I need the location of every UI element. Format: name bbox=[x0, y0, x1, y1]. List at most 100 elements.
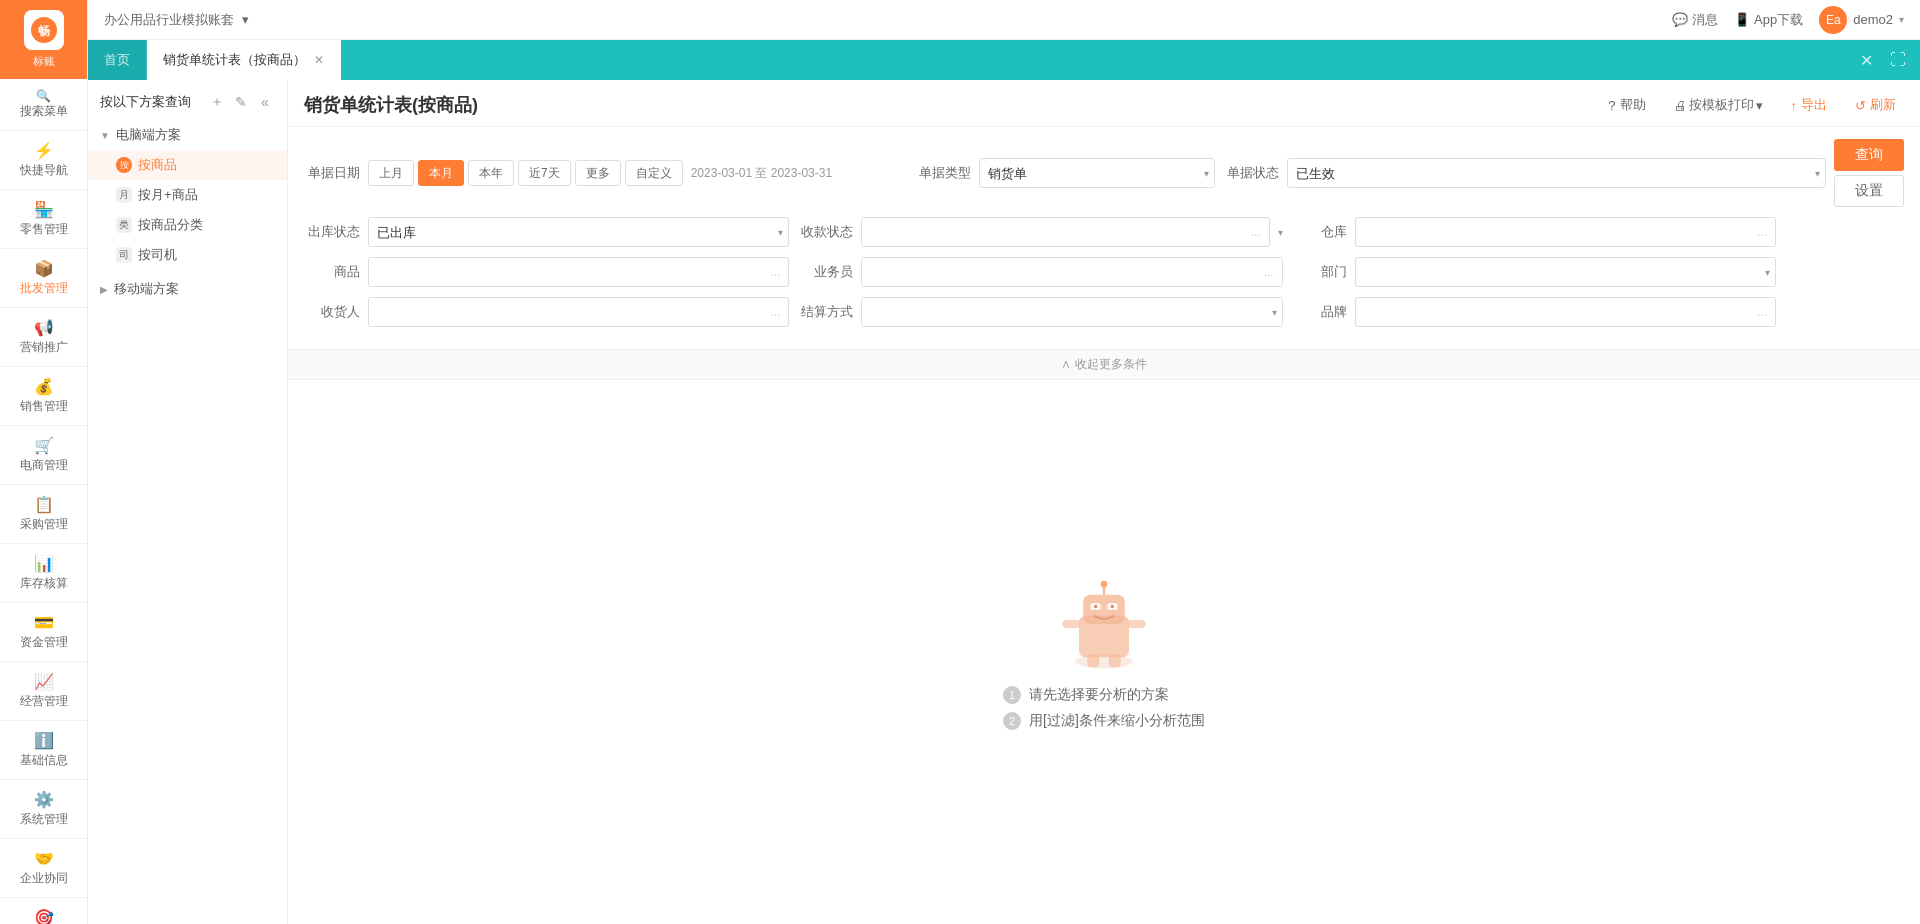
search-menu-item[interactable]: 🔍 搜索菜单 bbox=[0, 79, 87, 131]
mobile-scheme-group: ▶ 移动端方案 bbox=[88, 274, 287, 304]
sidebar-item-ecommerce[interactable]: 🛒 电商管理 bbox=[0, 426, 87, 485]
sidebar-item-basic[interactable]: ℹ️ 基础信息 bbox=[0, 721, 87, 780]
sidebar-item-inventory[interactable]: 📊 库存核算 bbox=[0, 544, 87, 603]
receiver-filter-label: 收货人 bbox=[304, 303, 360, 321]
ecommerce-label: 电商管理 bbox=[20, 457, 68, 474]
product-more-icon: ... bbox=[770, 265, 780, 279]
empty-state: 1 请先选择要分析的方案 2 用[过滤]条件来缩小分析范围 bbox=[288, 380, 1920, 924]
sidebar-item-newbie[interactable]: 🎯 新手引导 bbox=[0, 898, 87, 924]
basic-icon: ℹ️ bbox=[34, 731, 54, 750]
by-cabinet-icon: 司 bbox=[116, 247, 132, 263]
collapse-panel-btn[interactable]: « bbox=[255, 92, 275, 112]
department-select[interactable] bbox=[1355, 257, 1776, 287]
workspace-selector[interactable]: 办公用品行业模拟账套 ▾ bbox=[104, 11, 249, 29]
sidebar-item-quick-nav[interactable]: ⚡ 快捷导航 bbox=[0, 131, 87, 190]
user-dropdown-icon: ▾ bbox=[1899, 14, 1904, 25]
sidebar-item-finance[interactable]: 💳 资金管理 bbox=[0, 603, 87, 662]
svg-rect-12 bbox=[1109, 654, 1121, 667]
scheme-item-by-cabinet[interactable]: 司 按司机 bbox=[88, 240, 287, 270]
sidebar-item-purchase[interactable]: 📋 采购管理 bbox=[0, 485, 87, 544]
salesperson-filter-item: 业务员 ... bbox=[797, 257, 1282, 287]
quick-nav-icon: ⚡ bbox=[34, 141, 54, 160]
edit-scheme-btn[interactable]: ✎ bbox=[231, 92, 251, 112]
by-product-icon: 按 bbox=[116, 157, 132, 173]
salesperson-input[interactable]: ... bbox=[861, 257, 1282, 287]
help-btn[interactable]: ? 帮助 bbox=[1600, 92, 1653, 118]
settlement-select[interactable] bbox=[861, 297, 1282, 327]
brand-more-icon: ... bbox=[1757, 305, 1767, 319]
tab-close-window-btn[interactable]: ✕ bbox=[1852, 46, 1880, 74]
pc-group-title[interactable]: ▼ 电脑端方案 bbox=[88, 120, 287, 150]
sidebar-item-enterprise[interactable]: 🤝 企业协同 bbox=[0, 839, 87, 898]
sidebar-item-operation[interactable]: 📈 经营管理 bbox=[0, 662, 87, 721]
pc-group-arrow-icon: ▼ bbox=[100, 130, 110, 141]
product-input[interactable]: ... bbox=[368, 257, 789, 287]
search-label: 搜索菜单 bbox=[20, 103, 68, 120]
settings-btn[interactable]: 设置 bbox=[1834, 175, 1904, 207]
avatar: Ea bbox=[1819, 6, 1847, 34]
type-select-wrap: 销货单 ▾ bbox=[979, 158, 1215, 188]
status-select[interactable]: 已生效 bbox=[1287, 158, 1826, 188]
settlement-filter-item: 结算方式 ▾ bbox=[797, 297, 1282, 327]
salesperson-filter-label: 业务员 bbox=[797, 263, 853, 281]
by-month-product-icon: 月 bbox=[116, 187, 132, 203]
svg-rect-11 bbox=[1087, 654, 1099, 667]
brand-input[interactable]: ... bbox=[1355, 297, 1776, 327]
tip-num-2: 2 bbox=[1003, 712, 1021, 730]
export-btn[interactable]: ↑ 导出 bbox=[1783, 92, 1836, 118]
sidebar-item-retail[interactable]: 🏪 零售管理 bbox=[0, 190, 87, 249]
date-btn-7days[interactable]: 近7天 bbox=[518, 160, 571, 186]
settlement-select-wrap: ▾ bbox=[861, 297, 1282, 327]
print-btn[interactable]: 🖨 按模板打印 ▾ bbox=[1666, 92, 1771, 118]
outbound-select[interactable]: 已出库 bbox=[368, 217, 789, 247]
page-title-actions: ? 帮助 🖨 按模板打印 ▾ ↑ 导出 ↺ 刷新 bbox=[1600, 92, 1904, 118]
user-avatar-btn[interactable]: Ea demo2 ▾ bbox=[1819, 6, 1904, 34]
scheme-item-by-category[interactable]: 类 按商品分类 bbox=[88, 210, 287, 240]
stats-tab-label: 销货单统计表（按商品） bbox=[163, 51, 306, 69]
mobile-group-label: 移动端方案 bbox=[114, 280, 179, 298]
app-download-icon: 📱 bbox=[1734, 12, 1750, 27]
filter-row-1: 单据日期 上月 本月 本年 近7天 更多 自定义 2023-03-01 至 20… bbox=[304, 139, 1904, 207]
status-select-wrap: 已生效 ▾ bbox=[1287, 158, 1826, 188]
scheme-item-by-month-product[interactable]: 月 按月+商品 bbox=[88, 180, 287, 210]
date-btn-last-month[interactable]: 上月 bbox=[368, 160, 414, 186]
date-btn-custom[interactable]: 自定义 bbox=[625, 160, 683, 186]
mobile-group-title[interactable]: ▶ 移动端方案 bbox=[88, 274, 287, 304]
finance-icon: 💳 bbox=[34, 613, 54, 632]
collapse-bar[interactable]: ∧ 收起更多条件 bbox=[288, 350, 1920, 380]
top-header: 办公用品行业模拟账套 ▾ 💬 消息 📱 App下载 Ea demo2 ▾ bbox=[88, 0, 1920, 40]
left-panel-actions: ＋ ✎ « bbox=[207, 92, 275, 112]
tab-maximize-btn[interactable]: ⛶ bbox=[1884, 46, 1912, 74]
workspace-dropdown-icon: ▾ bbox=[242, 12, 249, 27]
payment-input[interactable]: ... bbox=[861, 217, 1269, 247]
left-panel-title: 按以下方案查询 bbox=[100, 93, 191, 111]
by-cabinet-label: 按司机 bbox=[138, 246, 177, 264]
payment-filter-item: 收款状态 ... ▾ bbox=[797, 217, 1282, 247]
app-download-btn[interactable]: 📱 App下载 bbox=[1734, 11, 1803, 29]
workspace-name: 办公用品行业模拟账套 bbox=[104, 11, 234, 29]
tab-home[interactable]: 首页 bbox=[88, 40, 147, 80]
sidebar-item-sales[interactable]: 💰 销售管理 bbox=[0, 367, 87, 426]
tab-stats[interactable]: 销货单统计表（按商品） ✕ bbox=[147, 40, 341, 80]
add-scheme-btn[interactable]: ＋ bbox=[207, 92, 227, 112]
sidebar-item-wholesale[interactable]: 📦 批发管理 bbox=[0, 249, 87, 308]
refresh-btn[interactable]: ↺ 刷新 bbox=[1847, 92, 1904, 118]
date-btn-this-year[interactable]: 本年 bbox=[468, 160, 514, 186]
sidebar-item-marketing[interactable]: 📢 营销推广 bbox=[0, 308, 87, 367]
sidebar-item-system[interactable]: ⚙️ 系统管理 bbox=[0, 780, 87, 839]
type-select[interactable]: 销货单 bbox=[979, 158, 1215, 188]
tip-item-1: 1 请先选择要分析的方案 bbox=[1003, 686, 1205, 704]
message-btn[interactable]: 💬 消息 bbox=[1672, 11, 1718, 29]
svg-rect-8 bbox=[1111, 605, 1114, 608]
department-filter-item: 部门 ▾ bbox=[1291, 257, 1776, 287]
receiver-input[interactable]: ... bbox=[368, 297, 789, 327]
product-filter-item: 商品 ... bbox=[304, 257, 789, 287]
warehouse-input[interactable]: ... bbox=[1355, 217, 1776, 247]
app-logo[interactable]: 畅 标账 bbox=[0, 0, 87, 79]
tab-close-icon[interactable]: ✕ bbox=[314, 53, 324, 67]
filter-row-3: 商品 ... 业务员 ... 部门 bbox=[304, 257, 1904, 287]
query-btn[interactable]: 查询 bbox=[1834, 139, 1904, 171]
scheme-item-by-product[interactable]: 按 按商品 bbox=[88, 150, 287, 180]
date-btn-more[interactable]: 更多 bbox=[575, 160, 621, 186]
date-btn-this-month[interactable]: 本月 bbox=[418, 160, 464, 186]
